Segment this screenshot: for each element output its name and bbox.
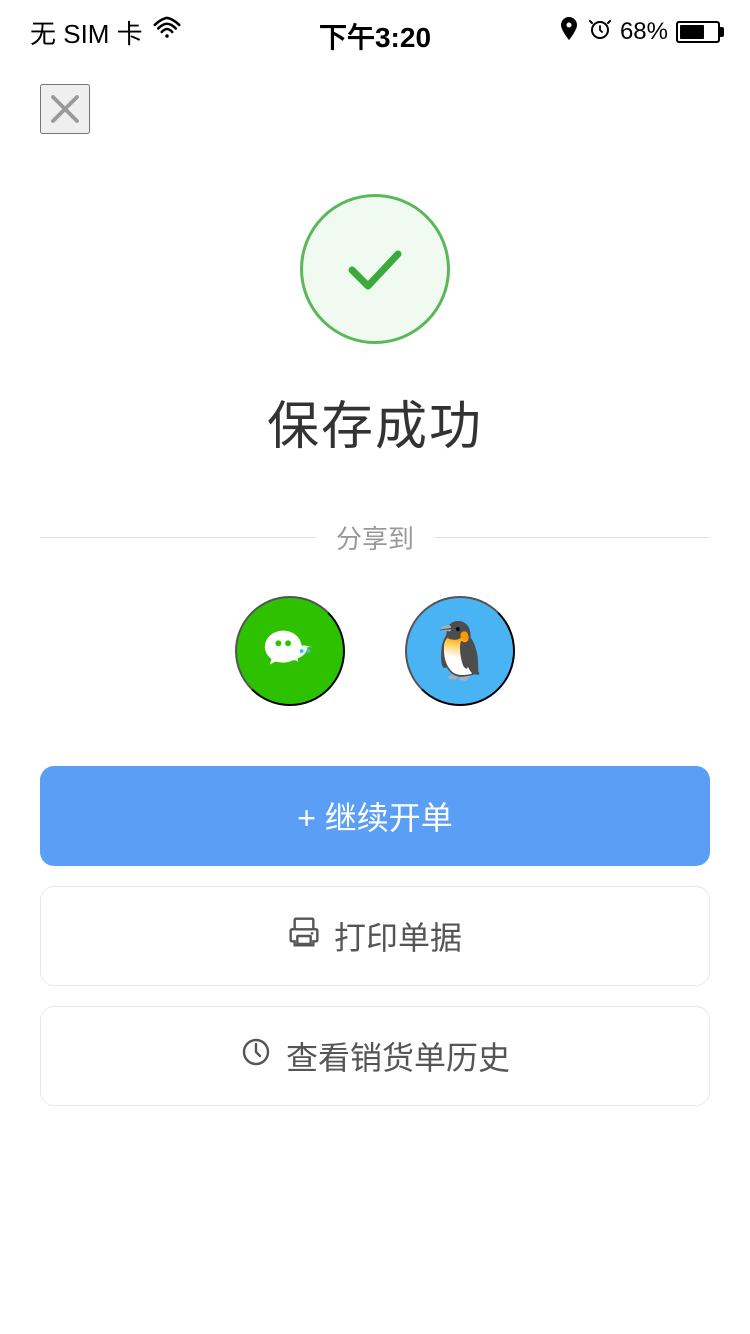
action-buttons: + 继续开单 打印单据 查看销货单历史 (40, 766, 710, 1106)
status-right: 68% (558, 16, 720, 49)
wechat-share-button[interactable] (235, 596, 345, 706)
status-left: 无 SIM 卡 (30, 14, 181, 51)
share-divider-row: 分享到 (40, 519, 710, 556)
qq-share-button[interactable]: 🐧 (405, 596, 515, 706)
success-circle (300, 194, 450, 344)
print-label: 打印单据 (334, 913, 462, 959)
share-line-right (434, 537, 710, 538)
main-content: 保存成功 分享到 🐧 + 继续开单 (0, 154, 750, 1334)
battery-percent: 68% (620, 18, 668, 46)
location-icon (558, 16, 580, 49)
print-icon (288, 916, 320, 956)
share-icons-row: 🐧 (235, 596, 515, 706)
success-title: 保存成功 (267, 384, 483, 459)
continue-button[interactable]: + 继续开单 (40, 766, 710, 866)
continue-label: + 继续开单 (297, 793, 453, 839)
battery-icon (676, 21, 720, 43)
close-button[interactable] (40, 84, 90, 134)
success-icon-container (300, 194, 450, 344)
share-label: 分享到 (336, 519, 414, 556)
qq-symbol: 🐧 (425, 623, 495, 679)
history-icon (240, 1036, 272, 1076)
wechat-icon (260, 621, 320, 681)
wifi-icon (153, 15, 181, 50)
print-button[interactable]: 打印单据 (40, 886, 710, 986)
share-line-left (40, 537, 316, 538)
status-time: 下午3:20 (319, 16, 431, 56)
history-label: 查看销货单历史 (286, 1033, 510, 1079)
close-button-area (0, 64, 750, 154)
history-button[interactable]: 查看销货单历史 (40, 1006, 710, 1106)
carrier-text: 无 SIM 卡 (30, 14, 143, 51)
share-section: 分享到 🐧 (40, 519, 710, 706)
alarm-icon (588, 17, 612, 48)
status-bar: 无 SIM 卡 下午3:20 (0, 0, 750, 64)
checkmark-icon (340, 234, 410, 304)
